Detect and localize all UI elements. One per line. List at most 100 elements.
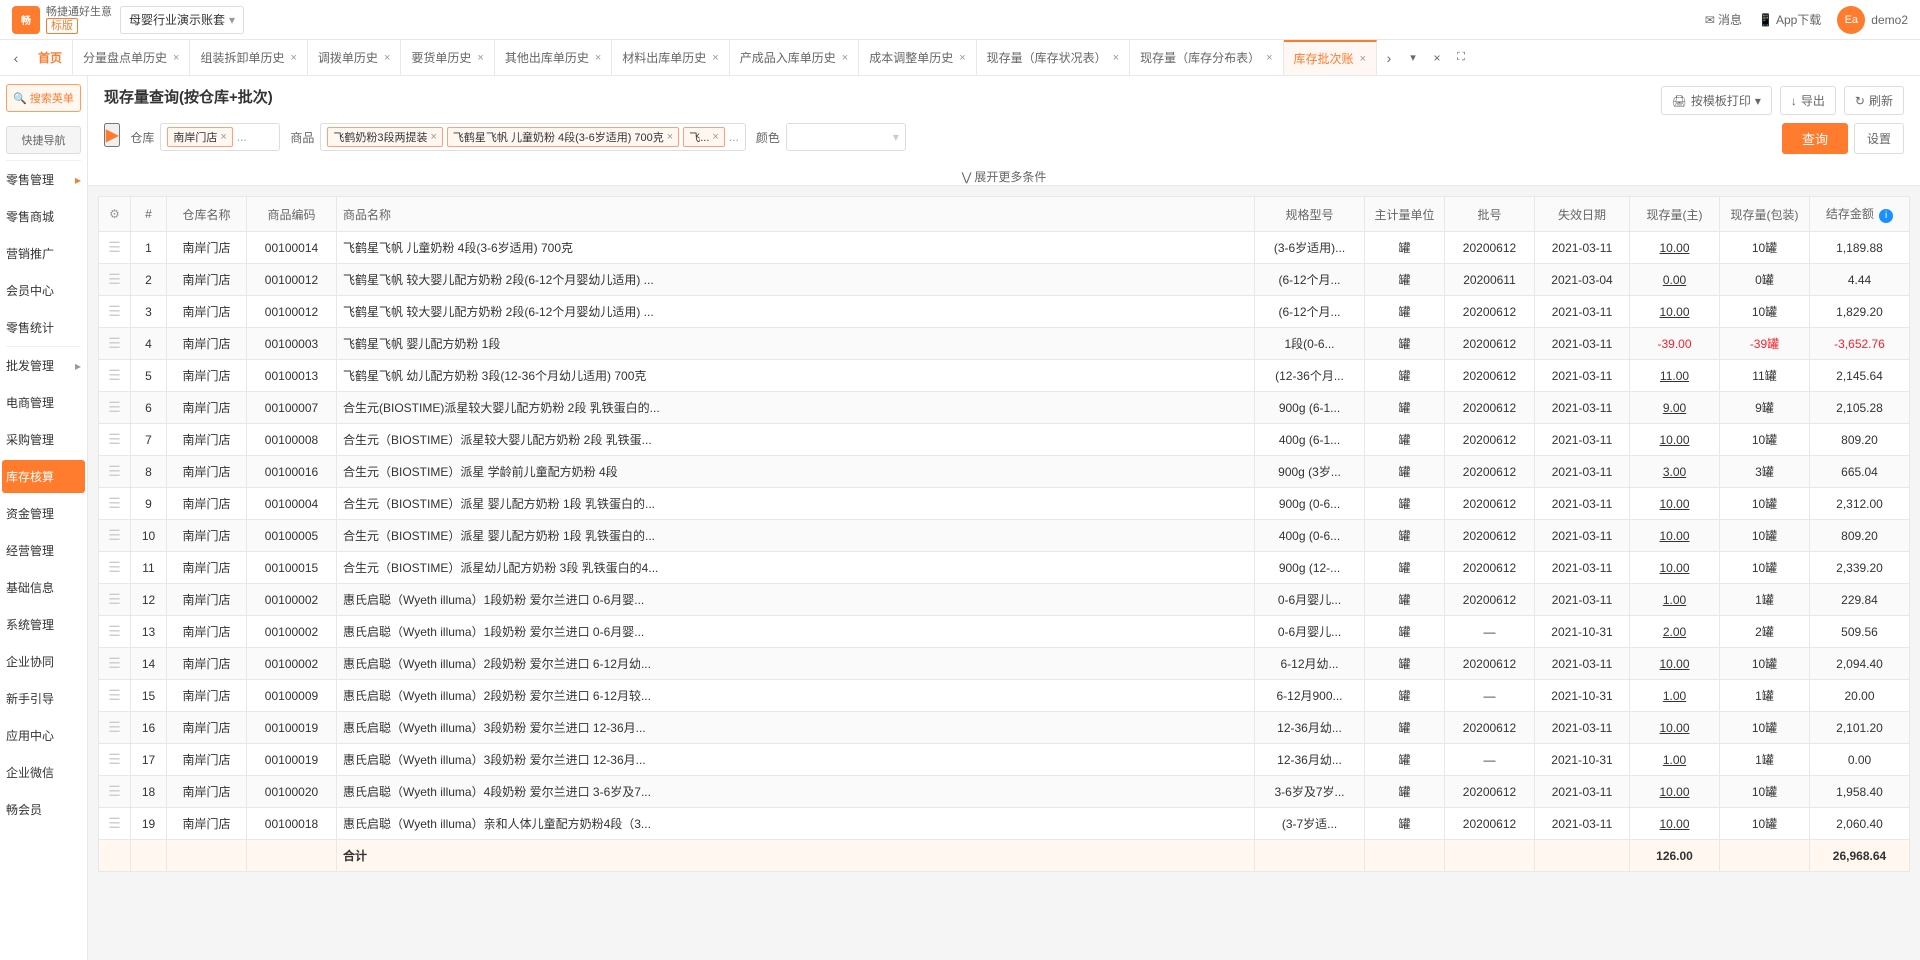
row-qty[interactable]: 3.00: [1630, 456, 1720, 488]
tab-close-batch-voucher[interactable]: ×: [1360, 53, 1366, 65]
sidebar-item-guide[interactable]: 新手引导: [0, 680, 87, 717]
tab-next-btn[interactable]: ›: [1377, 40, 1401, 76]
app-download-link[interactable]: 📱 App下载: [1758, 11, 1821, 28]
row-settings[interactable]: ☰: [99, 776, 131, 808]
row-qty[interactable]: -39.00: [1630, 328, 1720, 360]
row-qty[interactable]: 0.00: [1630, 264, 1720, 296]
row-settings[interactable]: ☰: [99, 328, 131, 360]
row-qty[interactable]: 9.00: [1630, 392, 1720, 424]
row-qty[interactable]: 10.00: [1630, 648, 1720, 680]
settings-icon[interactable]: ⚙: [109, 207, 120, 221]
quick-nav-button[interactable]: 快捷导航: [6, 126, 81, 154]
row-qty[interactable]: 1.00: [1630, 584, 1720, 616]
sidebar-item-ecommerce[interactable]: 电商管理: [0, 384, 87, 421]
product-filter-input[interactable]: 飞鹤奶粉3段两提装 × 飞鹤星飞帆 儿童奶粉 4段(3-6岁适用) 700克 ×…: [320, 123, 746, 151]
tab-close-inventory-dist[interactable]: ×: [1266, 52, 1272, 64]
row-qty[interactable]: 2.00: [1630, 616, 1720, 648]
tab-close-mix[interactable]: ×: [384, 52, 390, 64]
row-qty[interactable]: 11.00: [1630, 360, 1720, 392]
product-tag-3-close[interactable]: ×: [712, 131, 718, 143]
expand-conditions-btn[interactable]: ⋁ 展开更多条件: [962, 168, 1047, 185]
tab-require[interactable]: 要货单历史 ×: [401, 40, 494, 76]
tab-close-disassemble[interactable]: ×: [290, 52, 296, 64]
tab-other-out[interactable]: 其他出库单历史 ×: [495, 40, 612, 76]
print-button[interactable]: 🖨 按模板打印 ▾: [1661, 86, 1772, 115]
row-settings[interactable]: ☰: [99, 584, 131, 616]
tab-product-in[interactable]: 产成品入库单历史 ×: [730, 40, 859, 76]
refresh-button[interactable]: ↻ 刷新: [1844, 86, 1904, 115]
tab-menu-btn[interactable]: ▾: [1401, 40, 1425, 76]
filter-more-warehouse[interactable]: ...: [237, 130, 247, 144]
row-settings[interactable]: ☰: [99, 744, 131, 776]
tab-disassemble[interactable]: 组装拆卸单历史 ×: [190, 40, 307, 76]
tab-home[interactable]: 首页: [28, 40, 73, 76]
tab-fullscreen-btn[interactable]: ⛶: [1449, 40, 1473, 76]
row-qty[interactable]: 10.00: [1630, 552, 1720, 584]
tab-close-split[interactable]: ×: [173, 52, 179, 64]
row-settings[interactable]: ☰: [99, 712, 131, 744]
row-settings[interactable]: ☰: [99, 552, 131, 584]
tab-cost-adjust[interactable]: 成本调整单历史 ×: [859, 40, 976, 76]
row-settings[interactable]: ☰: [99, 360, 131, 392]
tab-close-other-out[interactable]: ×: [595, 52, 601, 64]
export-button[interactable]: ↓ 导出: [1780, 86, 1836, 115]
row-qty[interactable]: 10.00: [1630, 232, 1720, 264]
sidebar-item-retail-shop[interactable]: 零售商城: [0, 198, 87, 235]
tab-close-all-btn[interactable]: ×: [1425, 40, 1449, 76]
row-qty[interactable]: 1.00: [1630, 680, 1720, 712]
tab-close-product-in[interactable]: ×: [842, 52, 848, 64]
sidebar-item-purchase[interactable]: 采购管理: [0, 421, 87, 458]
row-qty[interactable]: 10.00: [1630, 776, 1720, 808]
row-qty[interactable]: 10.00: [1630, 520, 1720, 552]
filter-expand-arrow[interactable]: ▶: [104, 123, 120, 147]
tab-close-cost-adjust[interactable]: ×: [959, 52, 965, 64]
sidebar-item-enterprise-wechat[interactable]: 企业微信: [0, 754, 87, 791]
sidebar-item-app-center[interactable]: 应用中心: [0, 717, 87, 754]
sidebar-item-marketing[interactable]: 营销推广: [0, 235, 87, 272]
sidebar-item-wholesale[interactable]: 批发管理 ▸: [0, 347, 87, 384]
row-settings[interactable]: ☰: [99, 680, 131, 712]
filter-more-product[interactable]: ...: [729, 130, 739, 144]
tab-close-require[interactable]: ×: [477, 52, 483, 64]
tab-close-inventory-status[interactable]: ×: [1113, 52, 1119, 64]
tab-batch-voucher[interactable]: 库存批次账 ×: [1284, 40, 1377, 76]
tab-inventory-dist[interactable]: 现存量（库存分布表） ×: [1130, 40, 1283, 76]
sidebar-item-operation[interactable]: 经营管理: [0, 532, 87, 569]
query-button[interactable]: 查询: [1782, 123, 1848, 154]
row-settings[interactable]: ☰: [99, 616, 131, 648]
sidebar-item-member[interactable]: 会员中心: [0, 272, 87, 309]
row-qty[interactable]: 10.00: [1630, 424, 1720, 456]
sidebar-item-retail-stats[interactable]: 零售统计: [0, 309, 87, 346]
row-settings[interactable]: ☰: [99, 808, 131, 840]
amount-info-icon[interactable]: i: [1879, 209, 1893, 223]
row-qty[interactable]: 1.00: [1630, 744, 1720, 776]
row-settings[interactable]: ☰: [99, 488, 131, 520]
row-settings[interactable]: ☰: [99, 232, 131, 264]
sidebar-item-system[interactable]: 系统管理: [0, 606, 87, 643]
tab-mix[interactable]: 调拨单历史 ×: [308, 40, 401, 76]
message-link[interactable]: ✉ 消息: [1705, 11, 1742, 28]
search-menu-button[interactable]: 🔍 搜索英单: [6, 84, 81, 112]
row-qty[interactable]: 10.00: [1630, 712, 1720, 744]
sidebar-item-finance[interactable]: 资金管理: [0, 495, 87, 532]
warehouse-filter-input[interactable]: 南岸门店 × ...: [160, 123, 280, 151]
row-settings[interactable]: ☰: [99, 456, 131, 488]
tab-inventory-status[interactable]: 现存量（库存状况表） ×: [977, 40, 1130, 76]
user-area[interactable]: Ea demo2: [1837, 6, 1908, 34]
tab-material-out[interactable]: 材料出库单历史 ×: [612, 40, 729, 76]
row-settings[interactable]: ☰: [99, 648, 131, 680]
row-settings[interactable]: ☰: [99, 264, 131, 296]
store-selector[interactable]: 母婴行业演示账套 ▾: [120, 6, 244, 34]
row-settings[interactable]: ☰: [99, 424, 131, 456]
settings-button[interactable]: 设置: [1854, 123, 1904, 154]
row-qty[interactable]: 10.00: [1630, 296, 1720, 328]
tab-split[interactable]: 分量盘点单历史 ×: [73, 40, 190, 76]
row-qty[interactable]: 10.00: [1630, 808, 1720, 840]
warehouse-tag-close[interactable]: ×: [220, 131, 226, 143]
tab-prev-btn[interactable]: ‹: [4, 40, 28, 76]
product-tag-2-close[interactable]: ×: [667, 131, 673, 143]
sidebar-item-retail[interactable]: 零售管理 ▸: [0, 161, 87, 198]
row-qty[interactable]: 10.00: [1630, 488, 1720, 520]
sidebar-item-enterprise[interactable]: 企业协同: [0, 643, 87, 680]
row-settings[interactable]: ☰: [99, 392, 131, 424]
